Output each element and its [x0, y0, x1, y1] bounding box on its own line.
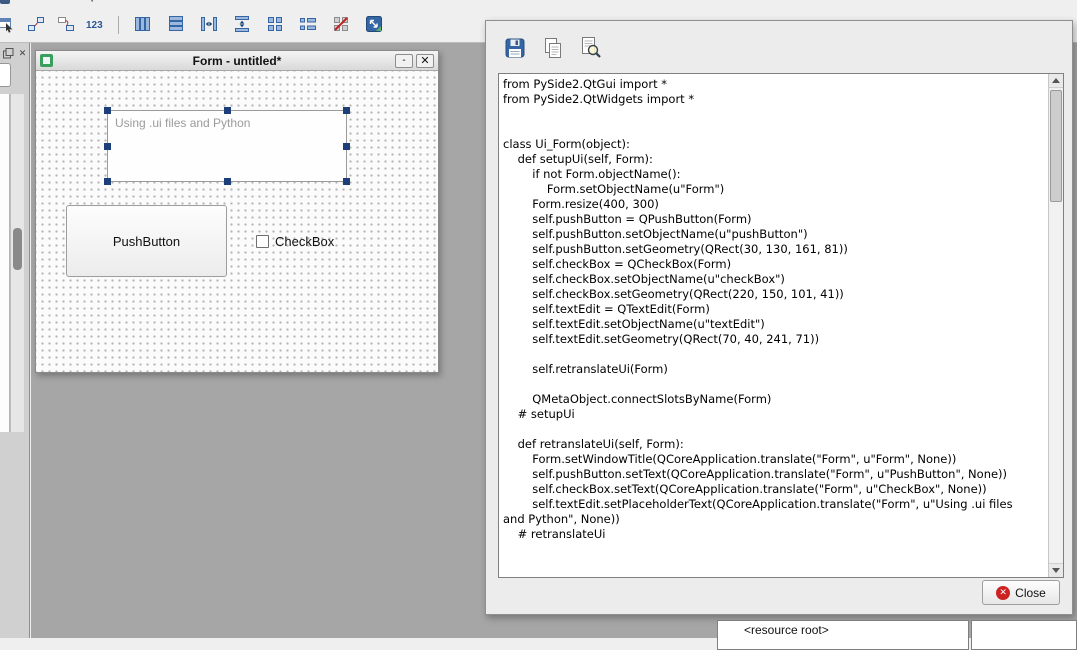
- close-icon: ✕: [996, 586, 1010, 600]
- menubar: Window Help: [0, 0, 1077, 5]
- layout-break-icon: [332, 15, 350, 33]
- save-icon: [504, 37, 526, 59]
- close-button-label: Close: [1015, 586, 1046, 600]
- menu-window[interactable]: Window: [14, 0, 57, 2]
- layout-grid-button[interactable]: [263, 12, 287, 36]
- resource-detail-panel: [971, 620, 1077, 650]
- find-button[interactable]: [578, 35, 604, 61]
- textedit-placeholder: Using .ui files and Python: [108, 111, 346, 135]
- menu-help[interactable]: Help: [73, 0, 98, 2]
- adjust-size-button[interactable]: [362, 12, 386, 36]
- app-icon: [0, 0, 10, 4]
- widget-box-scrollbar[interactable]: [10, 94, 24, 432]
- form-window-title: Form - untitled*: [36, 54, 438, 68]
- layout-form-button[interactable]: [296, 12, 320, 36]
- selection-handle-top-left[interactable]: [104, 107, 111, 114]
- layout-vertical-button[interactable]: [164, 12, 188, 36]
- layout-break-button[interactable]: [329, 12, 353, 36]
- find-icon: [579, 36, 603, 60]
- layout-horizontal-button[interactable]: [131, 12, 155, 36]
- code-dialog-toolbar: [502, 35, 604, 61]
- selection-handle-bottom-middle[interactable]: [224, 178, 231, 185]
- widget-box-list[interactable]: [0, 94, 10, 432]
- scroll-down-button[interactable]: [1049, 563, 1063, 577]
- minimize-button[interactable]: -: [395, 54, 413, 68]
- resource-root-label: <resource root>: [744, 623, 829, 637]
- checkbox-widget[interactable]: CheckBox: [256, 228, 357, 254]
- selection-handle-top-middle[interactable]: [224, 107, 231, 114]
- layout-grid-icon: [266, 15, 284, 33]
- code-vertical-scrollbar[interactable]: [1048, 74, 1063, 577]
- checkbox-indicator[interactable]: [256, 235, 269, 248]
- adjust-size-icon: [365, 15, 383, 33]
- resource-root-row[interactable]: <resource root>: [717, 620, 969, 650]
- selection-handle-bottom-right[interactable]: [343, 178, 350, 185]
- pushbutton-label: PushButton: [113, 234, 180, 249]
- arrow-down-icon: [1052, 568, 1060, 573]
- layout-vertical-icon: [167, 15, 185, 33]
- layout-horizontal-icon: [134, 15, 152, 33]
- copy-button[interactable]: [540, 35, 566, 61]
- form-designer-window: Form - untitled* - ✕ Using .ui files and…: [35, 50, 439, 373]
- checkbox-label: CheckBox: [275, 234, 334, 249]
- edit-signals-slots-icon: [27, 15, 45, 33]
- form-window-titlebar[interactable]: Form - untitled* - ✕: [36, 51, 438, 71]
- edit-tab-order-button[interactable]: 123: [84, 12, 108, 36]
- dock-close-button[interactable]: ✕: [16, 47, 29, 60]
- pushbutton-widget[interactable]: PushButton: [66, 205, 227, 277]
- layout-splitter-vertical-icon: [233, 15, 251, 33]
- widget-box-scrollbar-thumb[interactable]: [13, 228, 22, 270]
- layout-toolbar-group: [131, 12, 386, 36]
- close-window-button[interactable]: ✕: [416, 54, 434, 68]
- edit-buddies-button[interactable]: [54, 12, 78, 36]
- scroll-up-button[interactable]: [1049, 74, 1063, 88]
- save-button[interactable]: [502, 35, 528, 61]
- edit-widgets-icon: [0, 15, 15, 33]
- layout-form-icon: [299, 15, 317, 33]
- copy-icon: [542, 37, 564, 59]
- dock-float-icon: [3, 48, 14, 59]
- layout-splitter-vertical-button[interactable]: [230, 12, 254, 36]
- code-text: from PySide2.QtGui import * from PySide2…: [499, 74, 1048, 577]
- code-view[interactable]: from PySide2.QtGui import * from PySide2…: [498, 73, 1064, 578]
- selection-handle-bottom-left[interactable]: [104, 178, 111, 185]
- code-scrollbar-thumb[interactable]: [1050, 90, 1062, 202]
- widget-box-dock-fragment: ✕: [0, 43, 30, 638]
- textedit-widget[interactable]: Using .ui files and Python: [107, 110, 347, 182]
- edit-buddies-icon: [57, 15, 75, 33]
- selection-handle-top-right[interactable]: [343, 107, 350, 114]
- selection-handle-middle-left[interactable]: [104, 143, 111, 150]
- edit-signals-slots-button[interactable]: [24, 12, 48, 36]
- form-canvas[interactable]: Using .ui files and Python PushButton Ch…: [36, 71, 438, 372]
- arrow-up-icon: [1052, 78, 1060, 83]
- dock-close-icon: ✕: [19, 48, 27, 59]
- layout-splitter-horizontal-icon: [200, 15, 218, 33]
- layout-splitter-horizontal-button[interactable]: [197, 12, 221, 36]
- menubar-items: Window Help: [14, 0, 97, 2]
- dock-float-button[interactable]: [2, 47, 15, 60]
- tab-order-label: 123: [86, 20, 103, 31]
- edit-widgets-button[interactable]: [0, 12, 18, 36]
- selection-handle-middle-right[interactable]: [343, 143, 350, 150]
- edit-tab-order-icon: 123: [85, 15, 107, 33]
- close-button[interactable]: ✕ Close: [982, 580, 1060, 605]
- widget-filter-input[interactable]: [0, 63, 11, 87]
- edit-mode-toolbar-group: 123: [0, 12, 108, 36]
- toolbar-separator: [118, 16, 119, 34]
- code-preview-dialog: from PySide2.QtGui import * from PySide2…: [485, 20, 1073, 615]
